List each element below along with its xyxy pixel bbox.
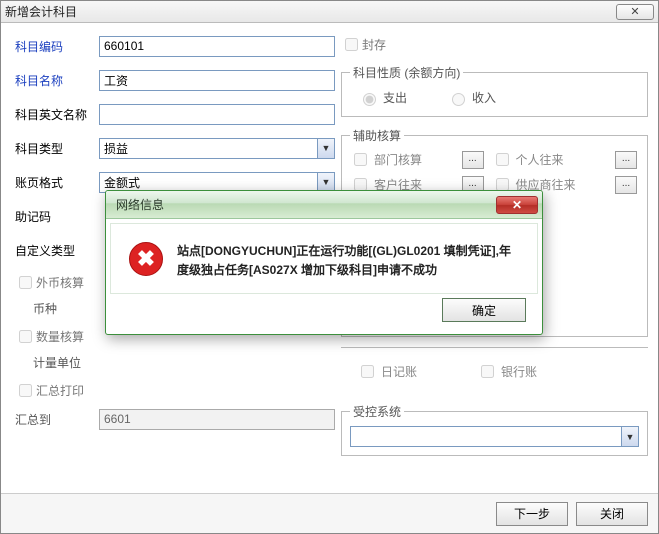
aux-vendor-more-button[interactable]: ... bbox=[615, 176, 637, 194]
radio-out[interactable] bbox=[363, 93, 376, 106]
chevron-down-icon: ▼ bbox=[317, 139, 334, 158]
ledger-fieldset: 日记账 银行账 bbox=[341, 347, 648, 393]
nature-fieldset: 科目性质 (余额方向) 支出 收入 bbox=[341, 64, 648, 117]
label-summary-print: 汇总打印 bbox=[36, 382, 84, 399]
label-foreign-currency: 外币核算 bbox=[36, 274, 84, 291]
label-en-name: 科目英文名称 bbox=[15, 106, 99, 123]
chevron-down-icon: ▼ bbox=[317, 173, 334, 192]
next-button[interactable]: 下一步 bbox=[496, 502, 568, 526]
name-input[interactable] bbox=[99, 70, 335, 91]
dialog-titlebar: 网络信息 ✕ bbox=[106, 191, 542, 219]
aux-legend: 辅助核算 bbox=[350, 127, 404, 144]
dialog-footer: 确定 bbox=[106, 298, 542, 334]
type-select[interactable]: 损益 ▼ bbox=[99, 138, 335, 159]
quantity-checkbox[interactable] bbox=[19, 330, 32, 343]
foreign-currency-checkbox[interactable] bbox=[19, 276, 32, 289]
controlled-system-select[interactable]: ▼ bbox=[350, 426, 639, 447]
radio-in-text: 收入 bbox=[472, 89, 496, 106]
radio-out-label[interactable]: 支出 bbox=[358, 89, 407, 106]
controlled-system-legend: 受控系统 bbox=[350, 403, 404, 420]
label-sum-to: 汇总到 bbox=[15, 411, 99, 428]
radio-in-label[interactable]: 收入 bbox=[447, 89, 496, 106]
label-unit: 计量单位 bbox=[33, 354, 335, 371]
label-quantity: 数量核算 bbox=[36, 328, 84, 345]
seal-checkbox[interactable] bbox=[345, 38, 358, 51]
radio-out-text: 支出 bbox=[383, 89, 407, 106]
aux-person-checkbox[interactable] bbox=[496, 153, 509, 166]
titlebar: 新增会计科目 ✕ bbox=[1, 1, 658, 23]
error-dialog: 网络信息 ✕ ✖ 站点[DONGYUCHUN]正在运行功能[(GL)GL0201… bbox=[105, 190, 543, 335]
window-close-button[interactable]: ✕ bbox=[616, 4, 654, 20]
bank-checkbox[interactable] bbox=[481, 365, 494, 378]
label-type: 科目类型 bbox=[15, 140, 99, 157]
aux-person[interactable]: 个人往来 bbox=[492, 150, 610, 169]
summary-print-checkbox[interactable] bbox=[19, 384, 32, 397]
dialog-body: ✖ 站点[DONGYUCHUN]正在运行功能[(GL)GL0201 填制凭证],… bbox=[110, 223, 538, 294]
label-seal: 封存 bbox=[362, 36, 386, 53]
close-icon: ✕ bbox=[630, 5, 639, 18]
label-code: 科目编码 bbox=[15, 38, 99, 55]
bank-label[interactable]: 银行账 bbox=[477, 362, 537, 381]
close-icon: ✕ bbox=[512, 198, 522, 212]
dialog-title: 网络信息 bbox=[116, 196, 164, 213]
footer: 下一步 关闭 bbox=[1, 493, 658, 533]
label-mnemonic: 助记码 bbox=[15, 208, 99, 225]
dialog-ok-button[interactable]: 确定 bbox=[442, 298, 526, 322]
journal-checkbox[interactable] bbox=[361, 365, 374, 378]
dialog-close-button[interactable]: ✕ bbox=[496, 196, 538, 214]
window-title: 新增会计科目 bbox=[5, 3, 77, 20]
en-name-input[interactable] bbox=[99, 104, 335, 125]
dialog-message: 站点[DONGYUCHUN]正在运行功能[(GL)GL0201 填制凭证],年度… bbox=[177, 242, 519, 279]
label-name: 科目名称 bbox=[15, 72, 99, 89]
sum-to-input[interactable] bbox=[99, 409, 335, 430]
controlled-system-fieldset: 受控系统 ▼ bbox=[341, 403, 648, 456]
code-input[interactable] bbox=[99, 36, 335, 57]
label-custom-type: 自定义类型 bbox=[15, 242, 99, 259]
close-button[interactable]: 关闭 bbox=[576, 502, 648, 526]
type-value: 损益 bbox=[104, 140, 128, 157]
nature-legend: 科目性质 (余额方向) bbox=[350, 64, 463, 81]
ledger-format-value: 金额式 bbox=[104, 174, 140, 191]
journal-label[interactable]: 日记账 bbox=[357, 362, 417, 381]
aux-dept-more-button[interactable]: ... bbox=[462, 151, 484, 169]
aux-dept-checkbox[interactable] bbox=[354, 153, 367, 166]
radio-in[interactable] bbox=[452, 93, 465, 106]
error-icon: ✖ bbox=[129, 242, 163, 276]
chevron-down-icon: ▼ bbox=[621, 427, 638, 446]
aux-dept[interactable]: 部门核算 bbox=[350, 150, 456, 169]
label-ledger-format: 账页格式 bbox=[15, 174, 99, 191]
aux-person-more-button[interactable]: ... bbox=[615, 151, 637, 169]
